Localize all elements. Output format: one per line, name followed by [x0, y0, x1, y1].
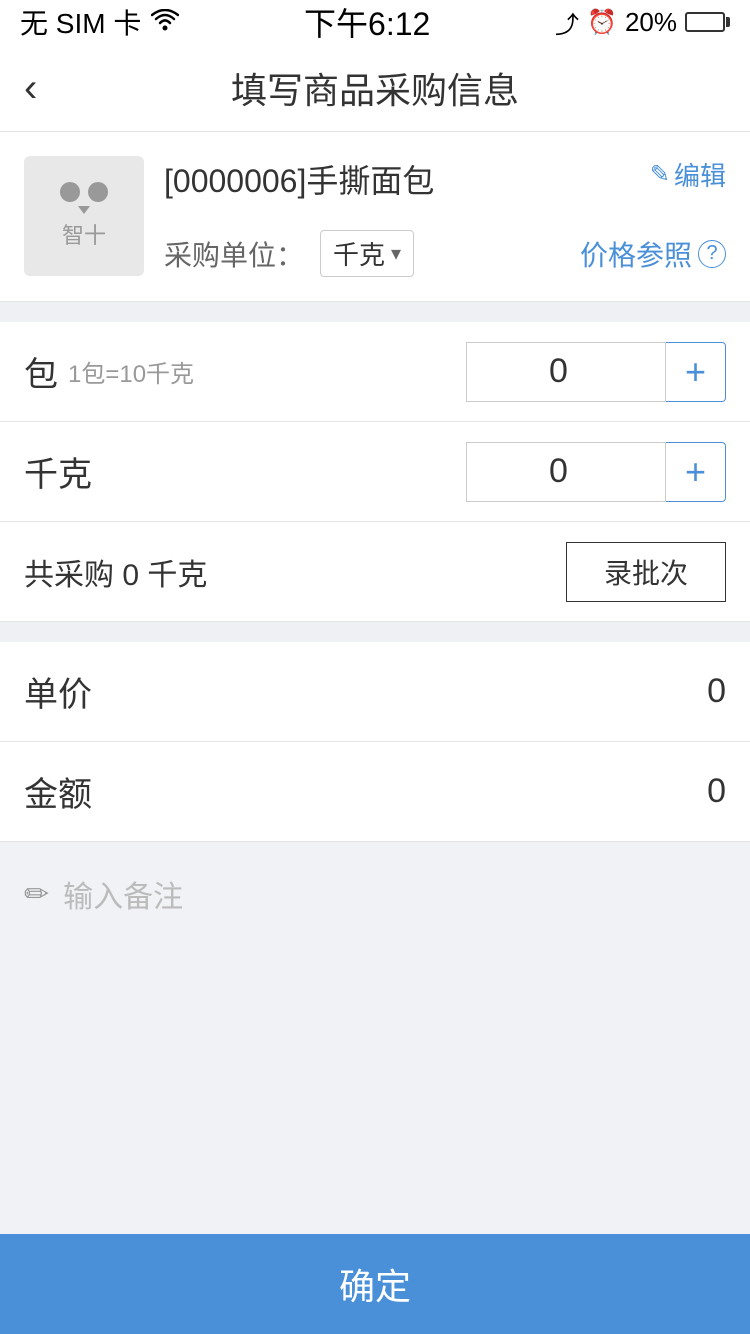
bao-sublabel: 1包=10千克 [68, 354, 194, 389]
price-ref-button[interactable]: 价格参照 ? [580, 234, 726, 274]
wifi-icon [151, 7, 179, 38]
unit-value: 千克 [333, 235, 385, 272]
unit-price-label: 单价 [24, 667, 92, 716]
amount-row: 金额 0 [0, 742, 750, 842]
page-title: 填写商品采购信息 [231, 62, 519, 114]
alarm-icon: ⏰ [587, 8, 617, 37]
product-info: [0000006]手撕面包 ✎ 编辑 采购单位： 千克 ▾ 价格参照 ? [164, 156, 726, 277]
section-divider-1 [0, 302, 750, 322]
product-image: 智十 [24, 156, 144, 276]
price-section: 单价 0 金额 0 [0, 642, 750, 842]
bao-plus-button[interactable]: + [666, 342, 726, 402]
nav-bar: ‹ 填写商品采购信息 [0, 44, 750, 132]
amount-label: 金额 [24, 767, 92, 816]
status-bar: 无 SIM 卡 下午6:12 ⤴ ⏰ 20% [0, 0, 750, 44]
section-divider-2 [0, 622, 750, 642]
amount-value: 0 [707, 772, 726, 811]
bottom-spacer [0, 946, 750, 1146]
battery-pct: 20% [625, 7, 677, 38]
total-label: 共采购 0 千克 [24, 550, 207, 594]
product-card: 智十 [0000006]手撕面包 ✎ 编辑 采购单位： 千克 ▾ 价格参照 ? [0, 132, 750, 302]
help-icon: ? [698, 240, 726, 268]
bao-input-wrapper: + [466, 342, 726, 402]
unit-price-row: 单价 0 [0, 642, 750, 742]
confirm-button[interactable]: 确定 [0, 1234, 750, 1334]
bao-label: 包 [24, 347, 58, 396]
status-right: ⤴ ⏰ 20% [555, 5, 730, 40]
unit-select[interactable]: 千克 ▾ [320, 230, 414, 277]
bao-input[interactable] [466, 342, 666, 402]
quantity-section: 包 1包=10千克 + 千克 + [0, 322, 750, 522]
notes-placeholder: 输入备注 [63, 872, 183, 916]
no-sim-text: 无 SIM 卡 [20, 2, 141, 42]
pencil-icon: ✏ [24, 877, 49, 912]
chevron-down-icon: ▾ [391, 241, 401, 266]
notes-section[interactable]: ✏ 输入备注 [0, 842, 750, 946]
product-name: [0000006]手撕面包 [164, 156, 434, 202]
total-row: 共采购 0 千克 录批次 [0, 522, 750, 622]
kg-plus-button[interactable]: + [666, 442, 726, 502]
kg-row: 千克 + [0, 422, 750, 522]
edit-label: 编辑 [674, 156, 726, 193]
unit-label: 采购单位： [164, 234, 304, 274]
kg-input[interactable] [466, 442, 666, 502]
status-left: 无 SIM 卡 [20, 2, 179, 42]
edit-button[interactable]: ✎ 编辑 [650, 156, 726, 193]
unit-price-value: 0 [707, 672, 726, 711]
bao-row: 包 1包=10千克 + [0, 322, 750, 422]
batch-button[interactable]: 录批次 [566, 542, 726, 602]
kg-label: 千克 [24, 447, 92, 496]
price-ref-label: 价格参照 [580, 234, 692, 274]
kg-input-wrapper: + [466, 442, 726, 502]
battery-icon [685, 12, 730, 32]
location-icon: ⤴ [555, 5, 579, 40]
back-button[interactable]: ‹ [24, 68, 37, 108]
edit-icon: ✎ [650, 160, 670, 189]
status-time: 下午6:12 [304, 0, 430, 45]
